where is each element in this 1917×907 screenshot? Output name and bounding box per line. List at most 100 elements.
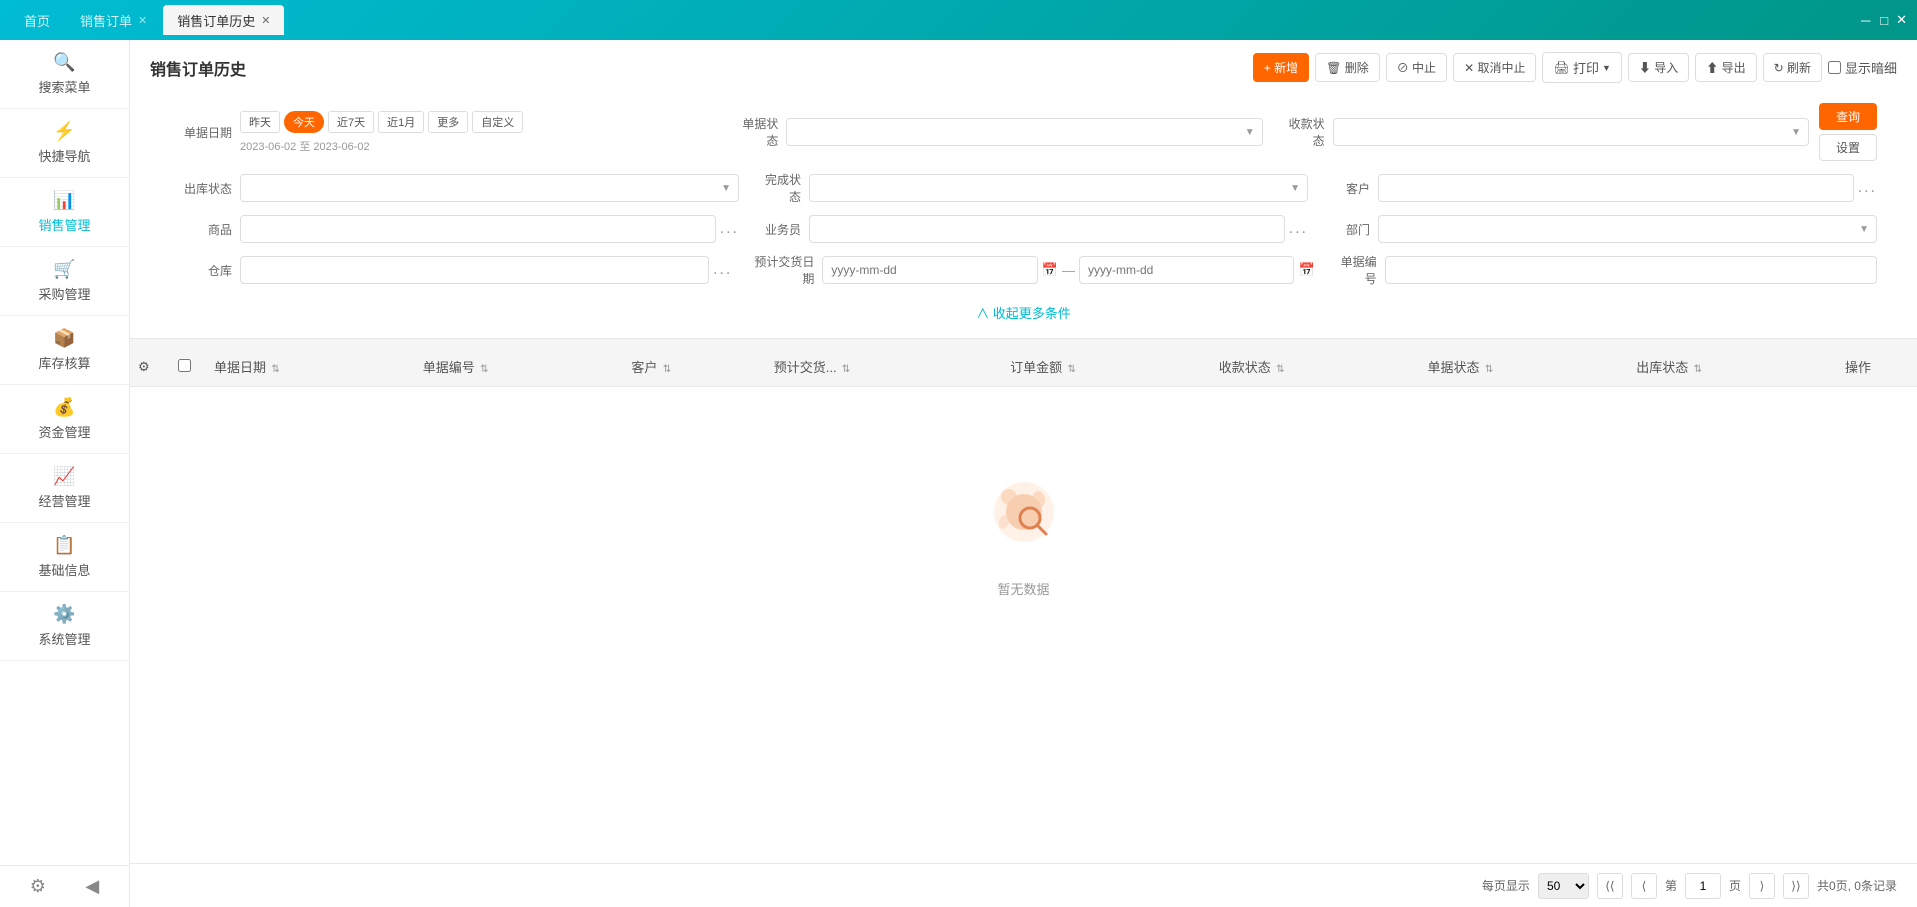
delete-button[interactable]: 🗑 删除 [1315, 53, 1380, 82]
add-button[interactable]: + 新增 [1253, 53, 1309, 82]
col-payment-status-label: 收款状态 [1219, 360, 1271, 375]
payment-status-select[interactable] [1333, 118, 1809, 146]
warehouse-dots-icon[interactable]: ... [713, 261, 732, 279]
col-operations: 操作 [1837, 347, 1917, 387]
base-info-icon: 📋 [53, 535, 75, 556]
tab-sales-order-close[interactable]: ✕ [138, 14, 147, 27]
table-settings-icon[interactable]: ⚙ [138, 359, 150, 374]
col-payment-status-sort[interactable]: ⇅ [1276, 364, 1284, 375]
sidebar-item-purchase-mgmt-label: 采购管理 [38, 284, 90, 303]
sidebar-collapse-icon[interactable]: ◀ [85, 876, 99, 897]
sidebar-item-finance[interactable]: 💰 资金管理 [0, 385, 129, 454]
payment-status-select-wrapper: ▼ [1333, 118, 1809, 146]
col-expected-delivery-sort[interactable]: ⇅ [842, 364, 850, 375]
col-checkbox[interactable] [170, 347, 206, 387]
more-conditions-toggle[interactable]: ∧ 收起更多条件 [170, 297, 1877, 328]
salesperson-input[interactable] [809, 215, 1285, 243]
col-delivery-status-label: 出库状态 [1636, 360, 1688, 375]
col-delivery-status-sort[interactable]: ⇅ [1694, 364, 1702, 375]
sidebar-item-operations[interactable]: 📈 经营管理 [0, 454, 129, 523]
maximize-btn[interactable]: □ [1880, 13, 1888, 28]
next-page-btn[interactable]: ⟩ [1749, 873, 1775, 899]
sidebar-item-sales-mgmt[interactable]: 📊 销售管理 [0, 178, 129, 247]
first-page-btn[interactable]: ⟨⟨ [1597, 873, 1623, 899]
sidebar: 🔍 搜索菜单 ⚡ 快捷导航 📊 销售管理 🛒 采购管理 📦 库存核算 💰 资金管… [0, 40, 130, 907]
col-bill-status-sort[interactable]: ⇅ [1485, 364, 1493, 375]
sidebar-item-operations-label: 经营管理 [38, 491, 90, 510]
sidebar-item-sys-mgmt[interactable]: ⚙️ 系统管理 [0, 592, 129, 661]
display-cols-input[interactable] [1828, 61, 1841, 74]
goods-label: 商品 [170, 221, 240, 238]
page-input[interactable] [1685, 873, 1721, 899]
custom-btn[interactable]: 自定义 [472, 111, 523, 133]
export-button[interactable]: ⬆ 导出 [1695, 53, 1756, 82]
page-suffix: 页 [1729, 877, 1741, 894]
col-expected-delivery-label: 预计交货... [774, 360, 837, 375]
print-icon: 🖨 [1553, 60, 1570, 76]
minimize-btn[interactable]: － [1859, 11, 1872, 30]
customer-dots-icon[interactable]: ... [1858, 179, 1877, 197]
import-button[interactable]: ⬇ 导入 [1628, 53, 1689, 82]
page-label: 第 [1665, 877, 1677, 894]
warehouse-input[interactable] [240, 256, 709, 284]
col-bill-status-label: 单据状态 [1428, 360, 1480, 375]
yesterday-btn[interactable]: 昨天 [240, 111, 280, 133]
close-btn[interactable]: ✕ [1896, 12, 1907, 28]
sidebar-item-inventory-label: 库存核算 [38, 353, 90, 372]
print-button[interactable]: 🖨 打印 ▼ [1542, 52, 1621, 83]
last1m-btn[interactable]: 近1月 [378, 111, 424, 133]
filter-row-4: 仓库 ... 预计交货日期 📅 — 📅 单据编号 [170, 253, 1877, 287]
complete-status-select[interactable] [809, 174, 1308, 202]
select-all-checkbox[interactable] [178, 359, 191, 372]
goods-input[interactable] [240, 215, 716, 243]
calendar-to-icon[interactable]: 📅 [1298, 262, 1314, 278]
expected-delivery-from[interactable] [822, 256, 1037, 284]
prev-page-btn[interactable]: ⟨ [1631, 873, 1657, 899]
sidebar-item-search-menu[interactable]: 🔍 搜索菜单 [0, 40, 129, 109]
stop-button[interactable]: ⊘ 中止 [1386, 53, 1447, 82]
sidebar-item-base-info[interactable]: 📋 基础信息 [0, 523, 129, 592]
filter-row-2: 出库状态 ▼ 完成状态 ▼ [170, 171, 1877, 205]
tab-sales-order-history-close[interactable]: ✕ [261, 14, 270, 27]
salesperson-dots-icon[interactable]: ... [1289, 220, 1308, 238]
calendar-from-icon[interactable]: 📅 [1042, 262, 1058, 278]
col-bill-date-sort[interactable]: ⇅ [271, 364, 279, 375]
sidebar-item-purchase-mgmt[interactable]: 🛒 采购管理 [0, 247, 129, 316]
filter-area: 单据日期 昨天 今天 近7天 近1月 更多 自定义 2023-06-02 至 2… [150, 93, 1897, 338]
col-payment-status: 收款状态 ⇅ [1211, 347, 1420, 387]
last7-btn[interactable]: 近7天 [328, 111, 374, 133]
tab-home[interactable]: 首页 [10, 5, 64, 35]
more-conditions-label: ∧ 收起更多条件 [976, 303, 1071, 322]
operations-icon: 📈 [53, 466, 75, 487]
per-page-select[interactable]: 50 10 20 100 [1538, 873, 1589, 899]
bill-no-input[interactable] [1385, 256, 1877, 284]
sidebar-settings-icon[interactable]: ⚙ [30, 876, 46, 897]
refresh-button[interactable]: ↻ 刷新 [1763, 53, 1822, 82]
tab-sales-order-history[interactable]: 销售订单历史 ✕ [163, 5, 284, 35]
bill-status-select[interactable] [786, 118, 1262, 146]
customer-input[interactable] [1378, 174, 1854, 202]
col-bill-no-sort[interactable]: ⇅ [480, 364, 488, 375]
col-order-amount-sort[interactable]: ⇅ [1067, 364, 1075, 375]
col-settings[interactable]: ⚙ [130, 347, 170, 387]
cancel-stop-button[interactable]: ✕ 取消中止 [1453, 53, 1536, 82]
date-separator: — [1062, 263, 1075, 278]
sidebar-item-inventory[interactable]: 📦 库存核算 [0, 316, 129, 385]
tab-sales-order[interactable]: 销售订单 ✕ [66, 5, 161, 35]
expected-delivery-to[interactable] [1079, 256, 1294, 284]
settings-filter-button[interactable]: 设置 [1819, 134, 1877, 161]
sidebar-item-quick-nav-label: 快捷导航 [38, 146, 90, 165]
col-customer-sort[interactable]: ⇅ [663, 364, 671, 375]
pagination: 每页显示 50 10 20 100 ⟨⟨ ⟨ 第 页 ⟩ ⟩⟩ 共0页, 0条记… [130, 863, 1917, 907]
last-page-btn[interactable]: ⟩⟩ [1783, 873, 1809, 899]
warehouse-input-wrapper: ... [240, 256, 732, 284]
goods-dots-icon[interactable]: ... [720, 220, 739, 238]
dept-label: 部门 [1308, 221, 1378, 238]
today-btn[interactable]: 今天 [284, 111, 324, 133]
more-btn[interactable]: 更多 [428, 111, 468, 133]
dept-select[interactable] [1378, 215, 1877, 243]
delivery-status-select[interactable] [240, 174, 739, 202]
display-cols-checkbox[interactable]: 显示暗细 [1828, 58, 1897, 77]
query-button[interactable]: 查询 [1819, 103, 1877, 130]
sidebar-item-quick-nav[interactable]: ⚡ 快捷导航 [0, 109, 129, 178]
